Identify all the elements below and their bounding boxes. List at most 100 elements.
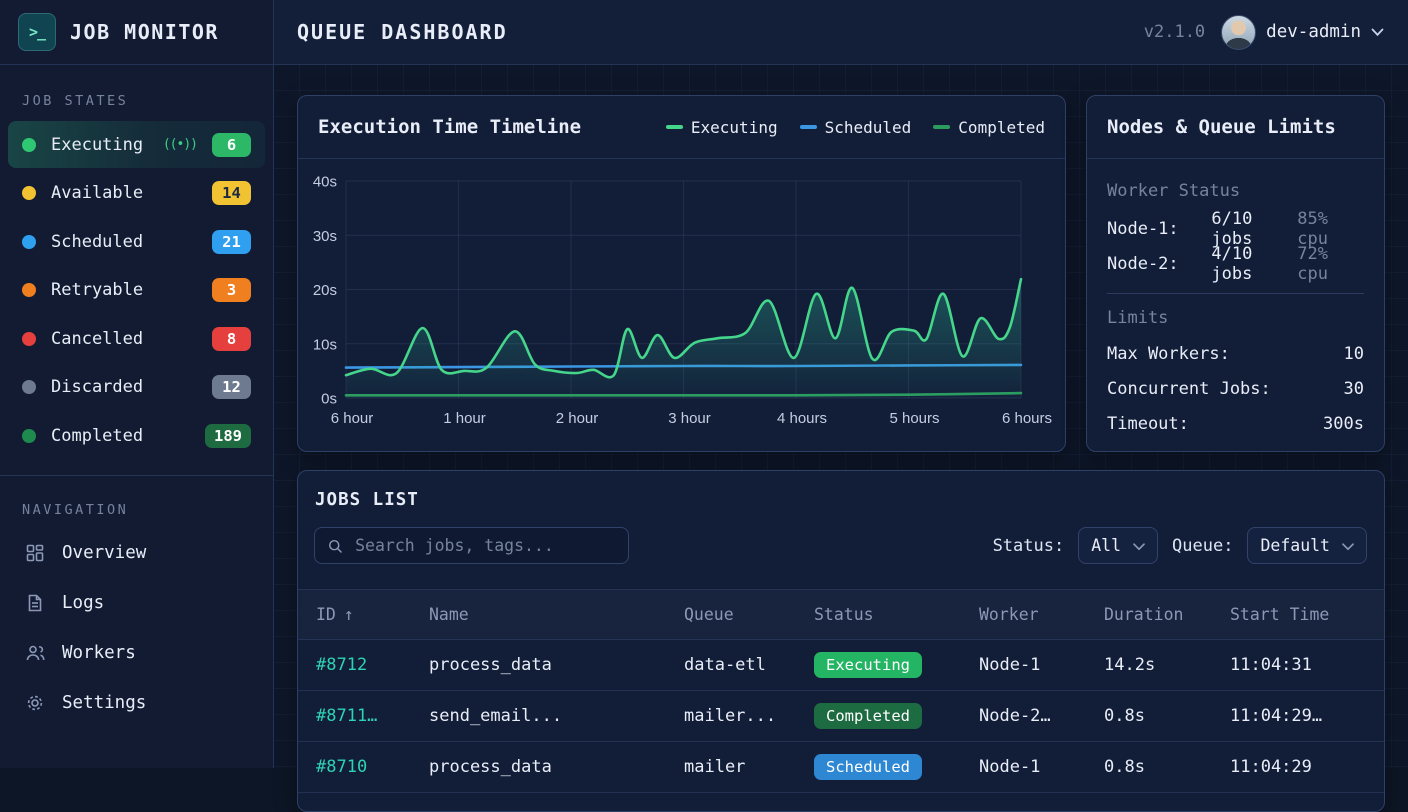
column-label: Start Time	[1230, 605, 1330, 624]
state-label: Cancelled	[51, 328, 144, 349]
state-label: Available	[51, 183, 144, 203]
y-tick-label: 30s	[313, 228, 337, 245]
worker-status-label: Worker Status	[1107, 181, 1241, 201]
sidebar-state-scheduled[interactable]: Scheduled 21	[8, 218, 265, 265]
column-header-status[interactable]: Status	[814, 605, 979, 624]
table-row[interactable]: #8711… send_email... mailer... Completed Nod…	[298, 691, 1384, 742]
brand-title: JOB MONITOR	[70, 20, 219, 44]
nav-item-workers[interactable]: Workers	[0, 628, 273, 678]
limit-value: 10	[1343, 343, 1364, 364]
job-worker: Node-2…	[979, 706, 1051, 726]
limit-label: Timeout:	[1107, 413, 1189, 434]
column-label: Queue	[684, 605, 734, 624]
user-name: dev-admin	[1266, 22, 1361, 42]
sidebar: >_ JOB MONITOR JOB STATES Executing ((•))…	[0, 0, 274, 768]
table-body: #8712 process_data data-etl Executing Node-1…	[298, 640, 1384, 793]
filter-select-queue[interactable]: Default	[1247, 527, 1367, 564]
nav-item-logs[interactable]: Logs	[0, 578, 273, 628]
node-cpu: 85% cpu	[1297, 208, 1328, 249]
state-label: Scheduled	[51, 231, 144, 252]
state-dot-icon	[22, 234, 36, 249]
column-label: Status	[814, 605, 874, 624]
job-duration: 0.8s	[1104, 706, 1145, 726]
column-header-name[interactable]: Name	[429, 605, 684, 624]
limits-label: Limits	[1107, 308, 1169, 328]
filter-select-status[interactable]: All	[1078, 527, 1159, 564]
column-header-id[interactable]: ID ↑	[316, 605, 429, 624]
timeline-card: Execution Time Timeline Executing Schedul…	[297, 95, 1066, 452]
sidebar-state-executing[interactable]: Executing ((•)) 6	[8, 121, 265, 168]
column-label: Duration	[1104, 605, 1184, 624]
column-header-queue[interactable]: Queue	[684, 605, 814, 624]
sidebar-state-retryable[interactable]: Retryable 3	[8, 267, 265, 314]
x-tick-label: 5 hours	[889, 410, 939, 427]
job-start-time: 11:04:29…	[1230, 706, 1323, 726]
search-input[interactable]	[353, 535, 616, 556]
sidebar-state-available[interactable]: Available 14	[8, 170, 265, 217]
select-value: All	[1091, 536, 1122, 555]
job-id-link[interactable]: #8710	[316, 757, 429, 777]
state-dot-icon	[22, 331, 36, 346]
user-menu[interactable]: dev-admin	[1221, 14, 1384, 50]
state-dot-icon	[22, 380, 36, 394]
y-tick-label: 40s	[313, 174, 337, 191]
jobs-table: ID ↑ Name Queue Status Worker Duration Start Ti…	[298, 589, 1384, 793]
state-label: Completed	[51, 425, 144, 446]
job-id-link[interactable]: #8712	[316, 655, 429, 675]
state-label: Discarded	[51, 377, 144, 397]
document-icon	[24, 592, 46, 614]
job-start-time: 11:04:31	[1230, 655, 1312, 675]
grid-icon	[24, 542, 46, 564]
avatar	[1221, 14, 1257, 50]
state-dot-icon	[22, 137, 36, 152]
state-dot-icon	[22, 428, 36, 443]
limit-value: 300s	[1323, 413, 1364, 434]
sidebar-state-discarded[interactable]: Discarded 12	[8, 364, 265, 411]
execution-time-chart: 0s 10s 20s 30s 40s 6 hour 1 hour 2 hour 3 hour 4 …	[313, 174, 1052, 428]
navigation-section-label: NAVIGATION	[22, 502, 129, 518]
job-name: process_data	[429, 757, 552, 777]
status-badge: Completed	[814, 703, 922, 729]
node-jobs: 4/10 jobs	[1211, 243, 1253, 284]
job-duration: 0.8s	[1104, 757, 1145, 777]
limit-value: 30	[1343, 378, 1364, 399]
worker-status-row: Node-2: 4/10 jobs 72% cpu	[1107, 243, 1364, 284]
brand: >_ JOB MONITOR	[0, 0, 273, 65]
terminal-logo-icon: >_	[18, 13, 56, 51]
state-label: Retryable	[51, 280, 144, 300]
job-states-section-label: JOB STATES	[22, 93, 129, 109]
y-tick-label: 10s	[313, 336, 337, 353]
filter-label-status: Status:	[992, 535, 1065, 556]
filter-label-queue: Queue:	[1172, 535, 1234, 556]
x-tick-label: 6 hour	[331, 410, 374, 427]
nav-item-label: Logs	[62, 593, 105, 613]
node-cpu: 72% cpu	[1297, 243, 1328, 284]
job-id-link[interactable]: #8711…	[316, 706, 429, 726]
table-row[interactable]: #8712 process_data data-etl Executing Node-1…	[298, 640, 1384, 691]
column-header-worker[interactable]: Worker	[979, 605, 1104, 624]
column-label: Worker	[979, 605, 1039, 624]
column-header-start-time[interactable]: Start Time	[1230, 605, 1380, 624]
job-duration: 14.2s	[1104, 655, 1156, 675]
nav-item-settings[interactable]: Settings	[0, 678, 273, 728]
sidebar-state-cancelled[interactable]: Cancelled 8	[8, 315, 265, 362]
column-label: ID	[316, 605, 336, 624]
jobs-filters: Status: All Queue: Default	[993, 527, 1367, 564]
sidebar-state-completed[interactable]: Completed 189	[8, 412, 265, 459]
nav-item-label: Overview	[62, 543, 147, 563]
version-label: v2.1.0	[1143, 22, 1206, 42]
limits-list: Max Workers: 10 Concurrent Jobs: 30 Timeout:…	[1107, 336, 1364, 441]
x-tick-label: 2 hour	[556, 410, 599, 427]
x-tick-label: 4 hours	[777, 410, 827, 427]
chevron-down-icon	[1371, 28, 1384, 36]
top-bar: QUEUE DASHBOARD v2.1.0 dev-admin	[273, 0, 1408, 65]
column-header-duration[interactable]: Duration	[1104, 605, 1230, 624]
x-tick-label: 6 hours	[1002, 410, 1052, 427]
status-badge: Scheduled	[814, 754, 922, 780]
y-tick-label: 0s	[321, 391, 337, 408]
jobs-search[interactable]	[314, 527, 629, 564]
limit-label: Concurrent Jobs:	[1107, 378, 1271, 399]
nav-item-overview[interactable]: Overview	[0, 528, 273, 578]
live-broadcast-icon: ((•))	[162, 137, 198, 152]
y-tick-label: 20s	[313, 282, 337, 299]
